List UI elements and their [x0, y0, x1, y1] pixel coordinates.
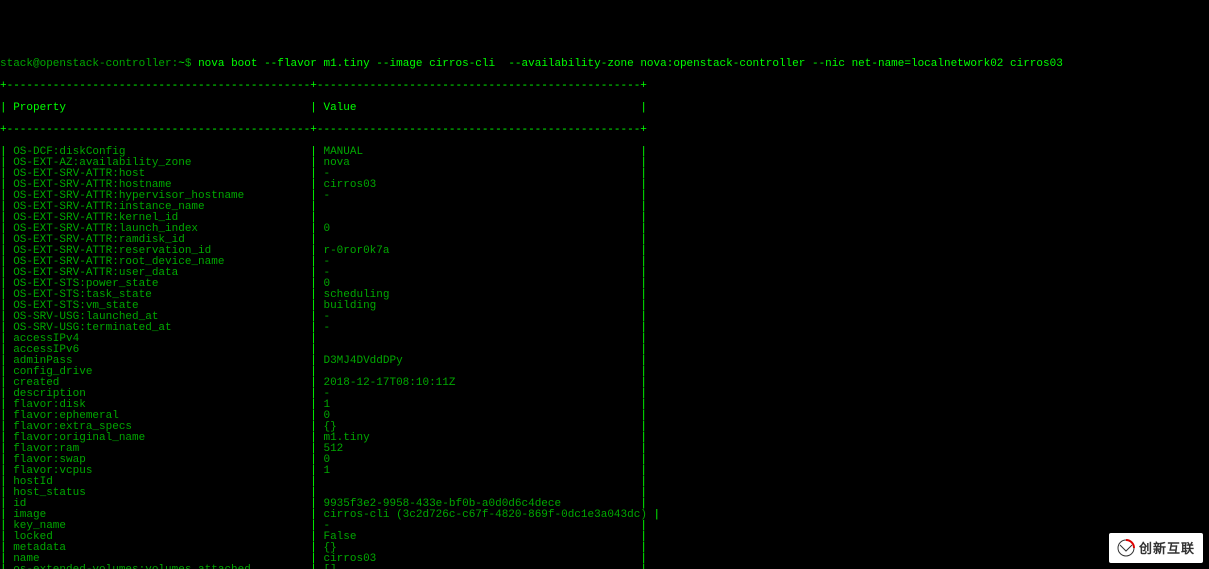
table-border-mid: +---------------------------------------…	[0, 125, 1209, 136]
header-property: Property	[13, 102, 303, 114]
header-value: Value	[323, 102, 633, 114]
value-cell: []	[323, 564, 633, 569]
prompt-user-host: stack@openstack-controller	[0, 58, 172, 70]
watermark-icon	[1117, 539, 1135, 557]
table-rows: | OS-DCF:diskConfig | MANUAL || OS-EXT-A…	[0, 147, 1209, 569]
property-cell: os-extended-volumes:volumes_attached	[13, 564, 303, 569]
watermark-text: 创新互联	[1139, 543, 1195, 554]
prompt-line[interactable]: stack@openstack-controller:~$ nova boot …	[0, 59, 1209, 70]
table-border-top: +---------------------------------------…	[0, 81, 1209, 92]
prompt-cwd: ~	[178, 58, 185, 70]
command-text: nova boot --flavor m1.tiny --image cirro…	[198, 58, 1063, 70]
watermark-logo: 创新互联	[1109, 533, 1203, 563]
terminal-output[interactable]: stack@openstack-controller:~$ nova boot …	[0, 44, 1209, 569]
table-header-row: | Property | Value |	[0, 103, 1209, 114]
table-row: | os-extended-volumes:volumes_attached |…	[0, 565, 1209, 569]
